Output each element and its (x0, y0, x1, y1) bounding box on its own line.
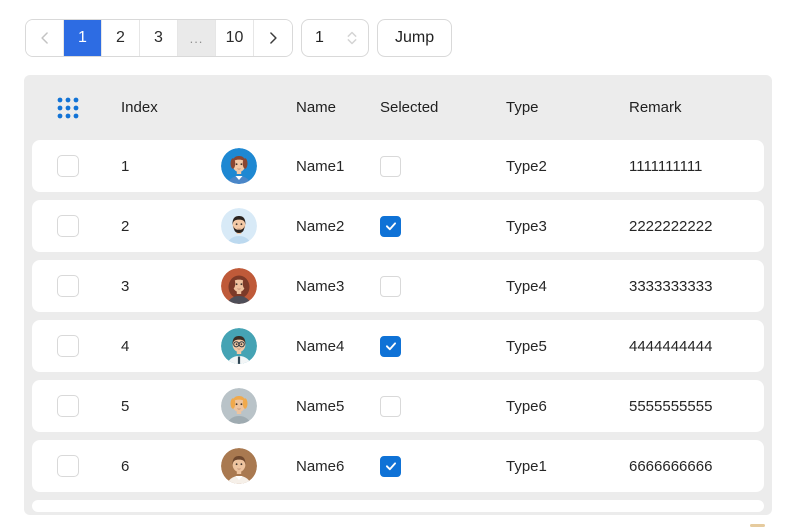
table-header: Index Name Selected Type Remark (32, 75, 764, 140)
page-button-2[interactable]: 2 (102, 20, 140, 56)
avatar-image (221, 328, 257, 364)
pager: 1 2 3... 10 (25, 19, 293, 57)
name-cell: Name3 (296, 277, 345, 295)
selected-checkbox[interactable] (380, 335, 401, 357)
name-cell: Name2 (296, 217, 345, 235)
remark-cell: 1111111111 (629, 157, 703, 175)
avatar-image (221, 388, 257, 424)
page-number-value: 1 (315, 29, 324, 46)
index-cell: 5 (121, 397, 130, 415)
row-select-checkbox[interactable] (57, 215, 79, 237)
row-select-checkbox[interactable] (57, 155, 79, 177)
avatar (202, 448, 276, 484)
row-select-checkbox[interactable] (57, 455, 79, 477)
page-number-input[interactable]: 1 (301, 19, 369, 57)
header-name: Name (296, 99, 337, 116)
row-select-checkbox[interactable] (57, 275, 79, 297)
index-cell: 6 (121, 457, 130, 475)
index-cell: 2 (121, 217, 130, 235)
header-selected: Selected (380, 99, 439, 116)
name-cell: Name6 (296, 457, 345, 475)
avatar-image (221, 208, 257, 244)
chevron-right-icon (270, 32, 277, 44)
avatar (202, 328, 276, 364)
selected-checkbox[interactable] (380, 215, 401, 237)
index-cell: 1 (121, 157, 130, 175)
table-row: 4 Name4 Type5 4444444444 (32, 320, 764, 372)
page-button-10[interactable]: 10 (216, 20, 254, 56)
selected-checkbox[interactable] (380, 155, 401, 177)
table-body: 1 Name1 Type2 1111111111 2 Name2 Type3 22222… (32, 140, 764, 492)
number-spinner[interactable] (341, 26, 363, 50)
check-icon (385, 342, 396, 351)
type-cell: Type3 (506, 217, 547, 235)
avatar-image (221, 148, 257, 184)
check-icon (385, 462, 396, 471)
name-cell: Name1 (296, 157, 345, 175)
type-cell: Type4 (506, 277, 547, 295)
floating-widget-edge (750, 524, 765, 527)
avatar-image (221, 268, 257, 304)
row-select-checkbox[interactable] (57, 395, 79, 417)
remark-cell: 4444444444 (629, 337, 713, 355)
prev-page-button[interactable] (26, 20, 64, 56)
remark-cell: 3333333333 (629, 277, 713, 295)
page-button-1[interactable]: 1 (64, 20, 102, 56)
page-ellipsis[interactable]: ... (178, 20, 216, 56)
name-cell: Name5 (296, 397, 345, 415)
remark-cell: 2222222222 (629, 217, 713, 235)
data-table: Index Name Selected Type Remark 1 Name1 T… (24, 75, 772, 515)
avatar-image (221, 448, 257, 484)
type-cell: Type2 (506, 157, 547, 175)
check-icon (385, 222, 396, 231)
chevron-left-icon (40, 32, 48, 44)
jump-button[interactable]: Jump (377, 19, 453, 57)
table-row: 6 Name6 Type1 6666666666 (32, 440, 764, 492)
remark-cell: 6666666666 (629, 457, 713, 475)
type-cell: Type1 (506, 457, 547, 475)
selected-checkbox[interactable] (380, 455, 401, 477)
table-row: 5 Name5 Type6 5555555555 (32, 380, 764, 432)
type-cell: Type6 (506, 397, 547, 415)
header-type: Type (506, 99, 539, 116)
index-cell: 4 (121, 337, 130, 355)
avatar (202, 148, 276, 184)
avatar (202, 388, 276, 424)
page: 1 2 3... 10 1 Jump Index Name Selected T… (0, 0, 796, 528)
type-cell: Type5 (506, 337, 547, 355)
row-select-checkbox[interactable] (57, 335, 79, 357)
pagination-bar: 1 2 3... 10 1 Jump (25, 19, 453, 57)
table-row: 1 Name1 Type2 1111111111 (32, 140, 764, 192)
name-cell: Name4 (296, 337, 345, 355)
table-row: 3 Name3 Type4 3333333333 (32, 260, 764, 312)
page-button-3[interactable]: 3 (140, 20, 178, 56)
remark-cell: 5555555555 (629, 397, 713, 415)
header-index: Index (121, 99, 158, 116)
grid-menu-icon[interactable] (55, 95, 81, 121)
spinner-chevrons-icon (347, 31, 357, 45)
selected-checkbox[interactable] (380, 275, 401, 297)
table-row: 2 Name2 Type3 2222222222 (32, 200, 764, 252)
header-remark: Remark (629, 99, 682, 116)
index-cell: 3 (121, 277, 130, 295)
table-row-partial (32, 500, 764, 512)
avatar (202, 268, 276, 304)
next-page-button[interactable] (254, 20, 292, 56)
selected-checkbox[interactable] (380, 395, 401, 417)
avatar (202, 208, 276, 244)
